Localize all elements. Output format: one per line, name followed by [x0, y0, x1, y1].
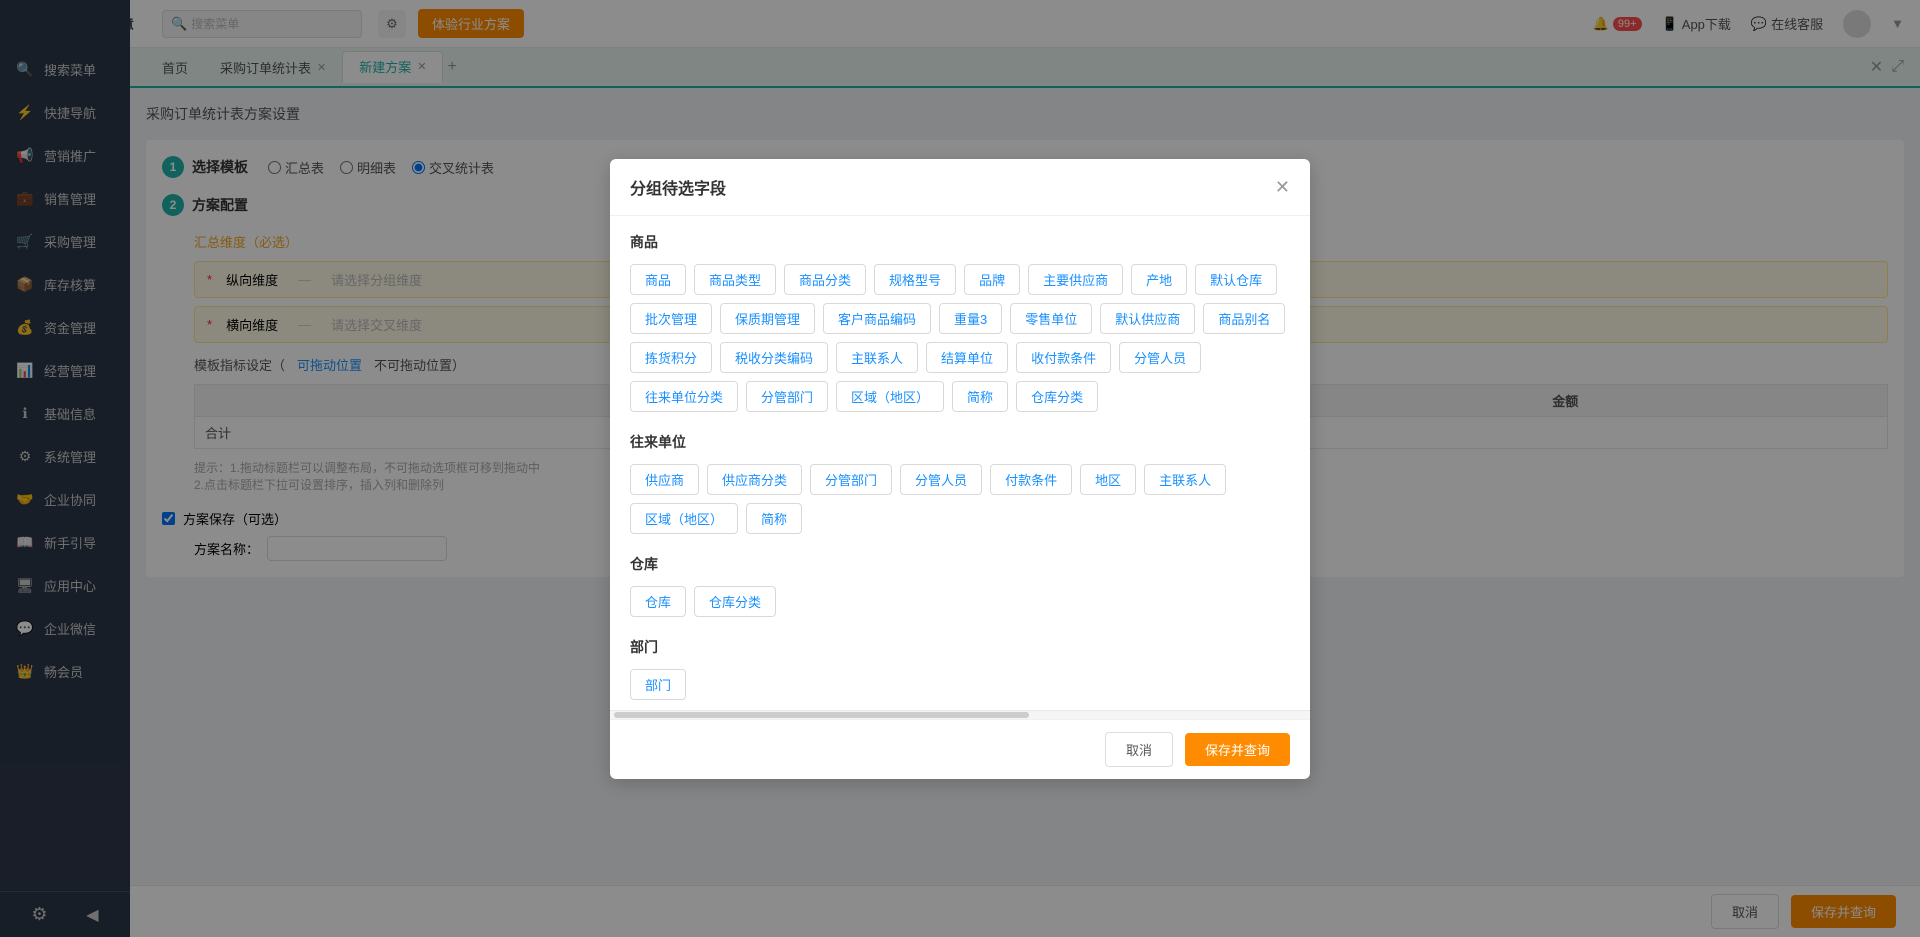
tag-region-partner[interactable]: 地区 — [1080, 464, 1136, 495]
tag-origin[interactable]: 产地 — [1131, 264, 1187, 295]
tag-main-contact[interactable]: 主联系人 — [836, 342, 918, 373]
tag-dept-goods[interactable]: 分管部门 — [746, 381, 828, 412]
modal-body: 商品 商品 商品类型 商品分类 规格型号 品牌 主要供应商 产地 默认仓库 批次… — [610, 216, 1310, 711]
tag-abbrev-goods[interactable]: 简称 — [952, 381, 1008, 412]
tag-dept-partner[interactable]: 分管部门 — [810, 464, 892, 495]
tag-brand[interactable]: 品牌 — [964, 264, 1020, 295]
tag-tax-code[interactable]: 税收分类编码 — [720, 342, 828, 373]
tag-goods-type[interactable]: 商品类型 — [694, 264, 776, 295]
section-dept-title: 部门 — [630, 637, 1290, 657]
tag-default-supplier[interactable]: 默认供应商 — [1100, 303, 1195, 334]
modal-hscroll[interactable] — [610, 710, 1310, 718]
tag-warehouse[interactable]: 仓库 — [630, 586, 686, 617]
modal-footer: 取消 保存并查询 — [610, 719, 1310, 779]
tag-spec-model[interactable]: 规格型号 — [874, 264, 956, 295]
tag-region2-partner[interactable]: 区域（地区） — [630, 503, 738, 534]
tag-supplier-cat[interactable]: 供应商分类 — [707, 464, 802, 495]
tag-main-contact-partner[interactable]: 主联系人 — [1144, 464, 1226, 495]
partner-tags: 供应商 供应商分类 分管部门 分管人员 付款条件 地区 主联系人 区域（地区） … — [630, 464, 1290, 534]
tag-goods-alias[interactable]: 商品别名 — [1203, 303, 1285, 334]
tag-goods-category[interactable]: 商品分类 — [784, 264, 866, 295]
modal-overlay: 分组待选字段 ✕ 商品 商品 商品类型 商品分类 规格型号 品牌 主要供应商 产… — [0, 0, 1920, 937]
tag-warehouse-cat-goods[interactable]: 仓库分类 — [1016, 381, 1098, 412]
tag-batch-mgmt[interactable]: 批次管理 — [630, 303, 712, 334]
tag-shelf-life[interactable]: 保质期管理 — [720, 303, 815, 334]
tag-warehouse-cat[interactable]: 仓库分类 — [694, 586, 776, 617]
goods-tags: 商品 商品类型 商品分类 规格型号 品牌 主要供应商 产地 默认仓库 批次管理 … — [630, 264, 1290, 412]
tag-main-supplier[interactable]: 主要供应商 — [1028, 264, 1123, 295]
tag-payment-terms[interactable]: 收付款条件 — [1016, 342, 1111, 373]
section-warehouse-title: 仓库 — [630, 554, 1290, 574]
tag-supplier[interactable]: 供应商 — [630, 464, 699, 495]
hscroll-thumb[interactable] — [614, 712, 1029, 718]
tag-goods[interactable]: 商品 — [630, 264, 686, 295]
dept-tags: 部门 — [630, 669, 1290, 700]
tag-supervisor[interactable]: 分管人员 — [1119, 342, 1201, 373]
tag-customer-code[interactable]: 客户商品编码 — [823, 303, 931, 334]
modal-close-icon[interactable]: ✕ — [1275, 178, 1290, 196]
tag-retail-unit[interactable]: 零售单位 — [1010, 303, 1092, 334]
section-goods: 商品 商品 商品类型 商品分类 规格型号 品牌 主要供应商 产地 默认仓库 批次… — [630, 232, 1290, 412]
tag-weight3[interactable]: 重量3 — [939, 303, 1002, 334]
tag-dept[interactable]: 部门 — [630, 669, 686, 700]
tag-abbrev-partner[interactable]: 简称 — [746, 503, 802, 534]
tag-pick-points[interactable]: 拣货积分 — [630, 342, 712, 373]
tag-supervisor-partner[interactable]: 分管人员 — [900, 464, 982, 495]
section-goods-title: 商品 — [630, 232, 1290, 252]
section-warehouse: 仓库 仓库 仓库分类 — [630, 554, 1290, 617]
modal-dialog: 分组待选字段 ✕ 商品 商品 商品类型 商品分类 规格型号 品牌 主要供应商 产… — [610, 159, 1310, 779]
tag-region-goods[interactable]: 区域（地区） — [836, 381, 944, 412]
modal-cancel-button[interactable]: 取消 — [1105, 732, 1173, 767]
modal-confirm-button[interactable]: 保存并查询 — [1185, 733, 1290, 766]
modal-title: 分组待选字段 — [630, 175, 726, 199]
warehouse-tags: 仓库 仓库分类 — [630, 586, 1290, 617]
section-partner: 往来单位 供应商 供应商分类 分管部门 分管人员 付款条件 地区 主联系人 区域… — [630, 432, 1290, 534]
tag-partner-category[interactable]: 往来单位分类 — [630, 381, 738, 412]
tag-settlement-unit[interactable]: 结算单位 — [926, 342, 1008, 373]
tag-payment-cond[interactable]: 付款条件 — [990, 464, 1072, 495]
tag-default-warehouse[interactable]: 默认仓库 — [1195, 264, 1277, 295]
section-partner-title: 往来单位 — [630, 432, 1290, 452]
modal-header: 分组待选字段 ✕ — [610, 159, 1310, 216]
section-department: 部门 部门 — [630, 637, 1290, 700]
